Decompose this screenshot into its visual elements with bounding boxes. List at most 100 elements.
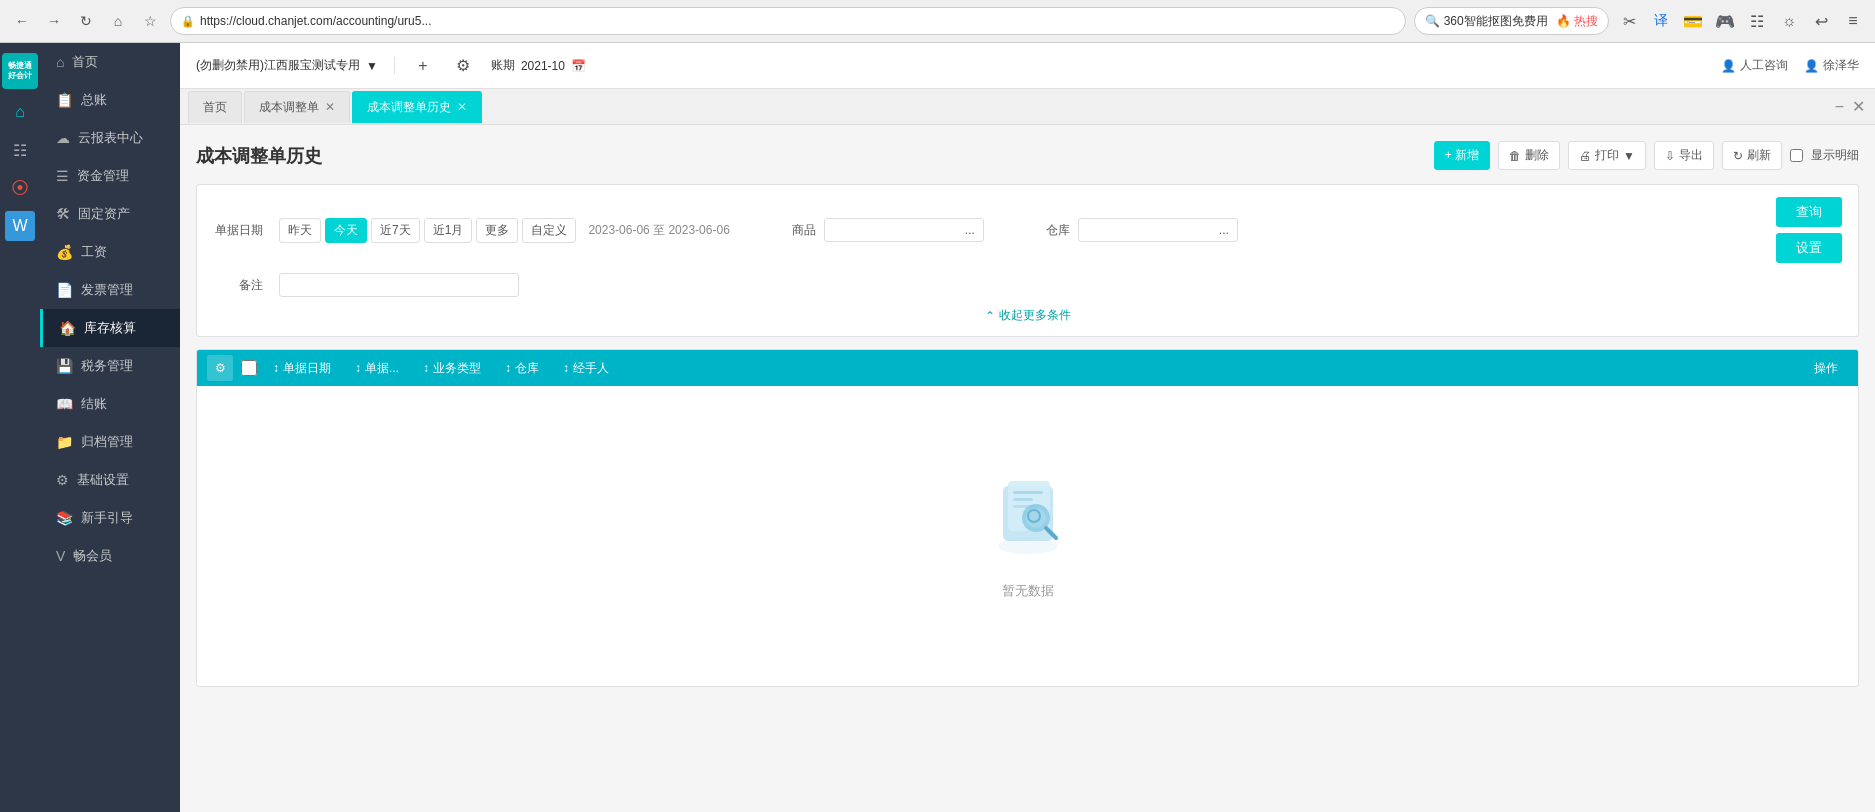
display-toggle[interactable]: 显示明细: [1790, 147, 1859, 164]
sidebar-icon-4[interactable]: W: [5, 211, 35, 241]
nav-label-asset: 固定资产: [78, 205, 130, 223]
tab-home[interactable]: 首页: [188, 91, 242, 123]
nav-item-money[interactable]: ☰ 资金管理: [40, 157, 180, 195]
period-selector[interactable]: 账期 2021-10 📅: [491, 57, 586, 74]
user-service-btn[interactable]: 👤 人工咨询: [1721, 57, 1788, 74]
home-browser-button[interactable]: ⌂: [106, 9, 130, 33]
nav-item-invoice[interactable]: 📄 发票管理: [40, 271, 180, 309]
remark-input[interactable]: [279, 273, 519, 297]
col-header-warehouse[interactable]: ↕ 仓库: [497, 360, 547, 377]
invoice-icon: 📄: [56, 282, 73, 298]
warehouse-more-dots: ...: [1219, 223, 1229, 237]
query-button[interactable]: 查询: [1776, 197, 1842, 227]
tab-close-button[interactable]: ✕: [1852, 97, 1865, 116]
nav-label-invoice: 发票管理: [81, 281, 133, 299]
tab-minimize-button[interactable]: −: [1835, 98, 1844, 116]
product-filter-select[interactable]: ...: [824, 218, 984, 242]
star-button[interactable]: ☆: [138, 9, 162, 33]
period-value: 2021-10: [521, 59, 565, 73]
nav-item-archive[interactable]: 📁 归档管理: [40, 423, 180, 461]
nav-item-member[interactable]: V 畅会员: [40, 537, 180, 575]
add-company-button[interactable]: +: [411, 54, 435, 78]
warehouse-filter-select[interactable]: ...: [1078, 218, 1238, 242]
sidebar-icon-3[interactable]: ⦿: [5, 173, 35, 203]
date-btn-yesterday[interactable]: 昨天: [279, 218, 321, 243]
tab-cost-adjust-history[interactable]: 成本调整单历史 ✕: [352, 91, 482, 123]
table-settings-icon[interactable]: ⚙: [207, 355, 233, 381]
nav-item-home[interactable]: ⌂ 首页: [40, 43, 180, 81]
tab-cost-adjust-history-close[interactable]: ✕: [457, 100, 467, 114]
brand-logo: 畅捷通好会计: [2, 53, 38, 89]
game-button[interactable]: 🎮: [1713, 9, 1737, 33]
nav-item-tax[interactable]: 💾 税务管理: [40, 347, 180, 385]
date-btn-7days[interactable]: 近7天: [371, 218, 420, 243]
service-label: 人工咨询: [1740, 57, 1788, 74]
brightness-button[interactable]: ☼: [1777, 9, 1801, 33]
ssl-lock-icon: 🔒: [181, 15, 195, 28]
print-dropdown-icon: ▼: [1623, 149, 1635, 163]
tab-cost-adjust-close[interactable]: ✕: [325, 100, 335, 114]
nav-item-inventory[interactable]: 🏠 库存核算: [40, 309, 180, 347]
period-label: 账期: [491, 57, 515, 74]
empty-icon: [978, 466, 1078, 566]
export-icon: ⇩: [1665, 149, 1675, 163]
page-title: 成本调整单历史: [196, 144, 322, 168]
date-btn-1month[interactable]: 近1月: [424, 218, 473, 243]
refresh-browser-button[interactable]: ↻: [74, 9, 98, 33]
date-btn-more[interactable]: 更多: [476, 218, 518, 243]
address-bar[interactable]: 🔒 https://cloud.chanjet.com/accounting/u…: [170, 7, 1406, 35]
filter-settings-button[interactable]: 设置: [1776, 233, 1842, 263]
col-header-number[interactable]: ↕ 单据...: [347, 360, 407, 377]
date-filter-label: 单据日期: [213, 222, 263, 239]
tab-home-label: 首页: [203, 99, 227, 116]
nav-item-close-book[interactable]: 📖 结账: [40, 385, 180, 423]
date-btn-today[interactable]: 今天: [325, 218, 367, 243]
home-icon: ⌂: [56, 54, 64, 70]
nav-label-cloud: 云报表中心: [78, 129, 143, 147]
table-select-all-checkbox[interactable]: [241, 360, 257, 376]
grid-button[interactable]: ☷: [1745, 9, 1769, 33]
url-text: https://cloud.chanjet.com/accounting/uru…: [200, 14, 431, 28]
forward-button[interactable]: →: [42, 9, 66, 33]
user-profile-btn[interactable]: 👤 徐泽华: [1804, 57, 1859, 74]
nav-item-cloud[interactable]: ☁ 云报表中心: [40, 119, 180, 157]
new-button[interactable]: + 新增: [1434, 141, 1490, 170]
nav-item-settings[interactable]: ⚙ 基础设置: [40, 461, 180, 499]
tab-cost-adjust[interactable]: 成本调整单 ✕: [244, 91, 350, 123]
company-settings-icon[interactable]: ⚙: [451, 54, 475, 78]
back-button[interactable]: ←: [10, 9, 34, 33]
sidebar-icon-home[interactable]: ⌂: [5, 97, 35, 127]
wallet-button[interactable]: 💳: [1681, 9, 1705, 33]
empty-text: 暂无数据: [1002, 582, 1054, 600]
menu-button[interactable]: ≡: [1841, 9, 1865, 33]
display-toggle-checkbox[interactable]: [1790, 149, 1803, 162]
translate-button[interactable]: 译: [1649, 9, 1673, 33]
product-filter-label: 商品: [766, 222, 816, 239]
export-button[interactable]: ⇩ 导出: [1654, 141, 1714, 170]
nav-label-home: 首页: [72, 53, 98, 71]
col-header-type[interactable]: ↕ 业务类型: [415, 360, 489, 377]
nav-label-salary: 工资: [81, 243, 107, 261]
company-selector[interactable]: (勿删勿禁用)江西服宝测试专用 ▼: [196, 57, 395, 74]
sidebar-icon-2[interactable]: ☷: [5, 135, 35, 165]
warehouse-filter-label: 仓库: [1020, 222, 1070, 239]
nav-item-guide[interactable]: 📚 新手引导: [40, 499, 180, 537]
collapse-button[interactable]: ⌃ 收起更多条件: [985, 307, 1071, 324]
col-header-action: 操作: [1814, 360, 1848, 377]
nav-item-salary[interactable]: 💰 工资: [40, 233, 180, 271]
nav-item-ledger[interactable]: 📋 总账: [40, 81, 180, 119]
scissors-button[interactable]: ✂: [1617, 9, 1641, 33]
print-button[interactable]: 🖨 打印 ▼: [1568, 141, 1646, 170]
refresh-button[interactable]: ↻ 刷新: [1722, 141, 1782, 170]
col-header-date[interactable]: ↕ 单据日期: [265, 360, 339, 377]
undo-button[interactable]: ↩: [1809, 9, 1833, 33]
nav-sidebar: ⌂ 首页 📋 总账 ☁ 云报表中心 ☰ 资金管理 🛠 固定资产 💰 工资: [40, 43, 180, 812]
company-name: (勿删勿禁用)江西服宝测试专用: [196, 57, 360, 74]
date-btn-custom[interactable]: 自定义: [522, 218, 576, 243]
col-header-handler[interactable]: ↕ 经手人: [555, 360, 617, 377]
search-text: 360智能抠图免费用: [1444, 13, 1548, 30]
delete-button[interactable]: 🗑 删除: [1498, 141, 1560, 170]
asset-icon: 🛠: [56, 206, 70, 222]
nav-item-asset[interactable]: 🛠 固定资产: [40, 195, 180, 233]
money-icon: ☰: [56, 168, 69, 184]
